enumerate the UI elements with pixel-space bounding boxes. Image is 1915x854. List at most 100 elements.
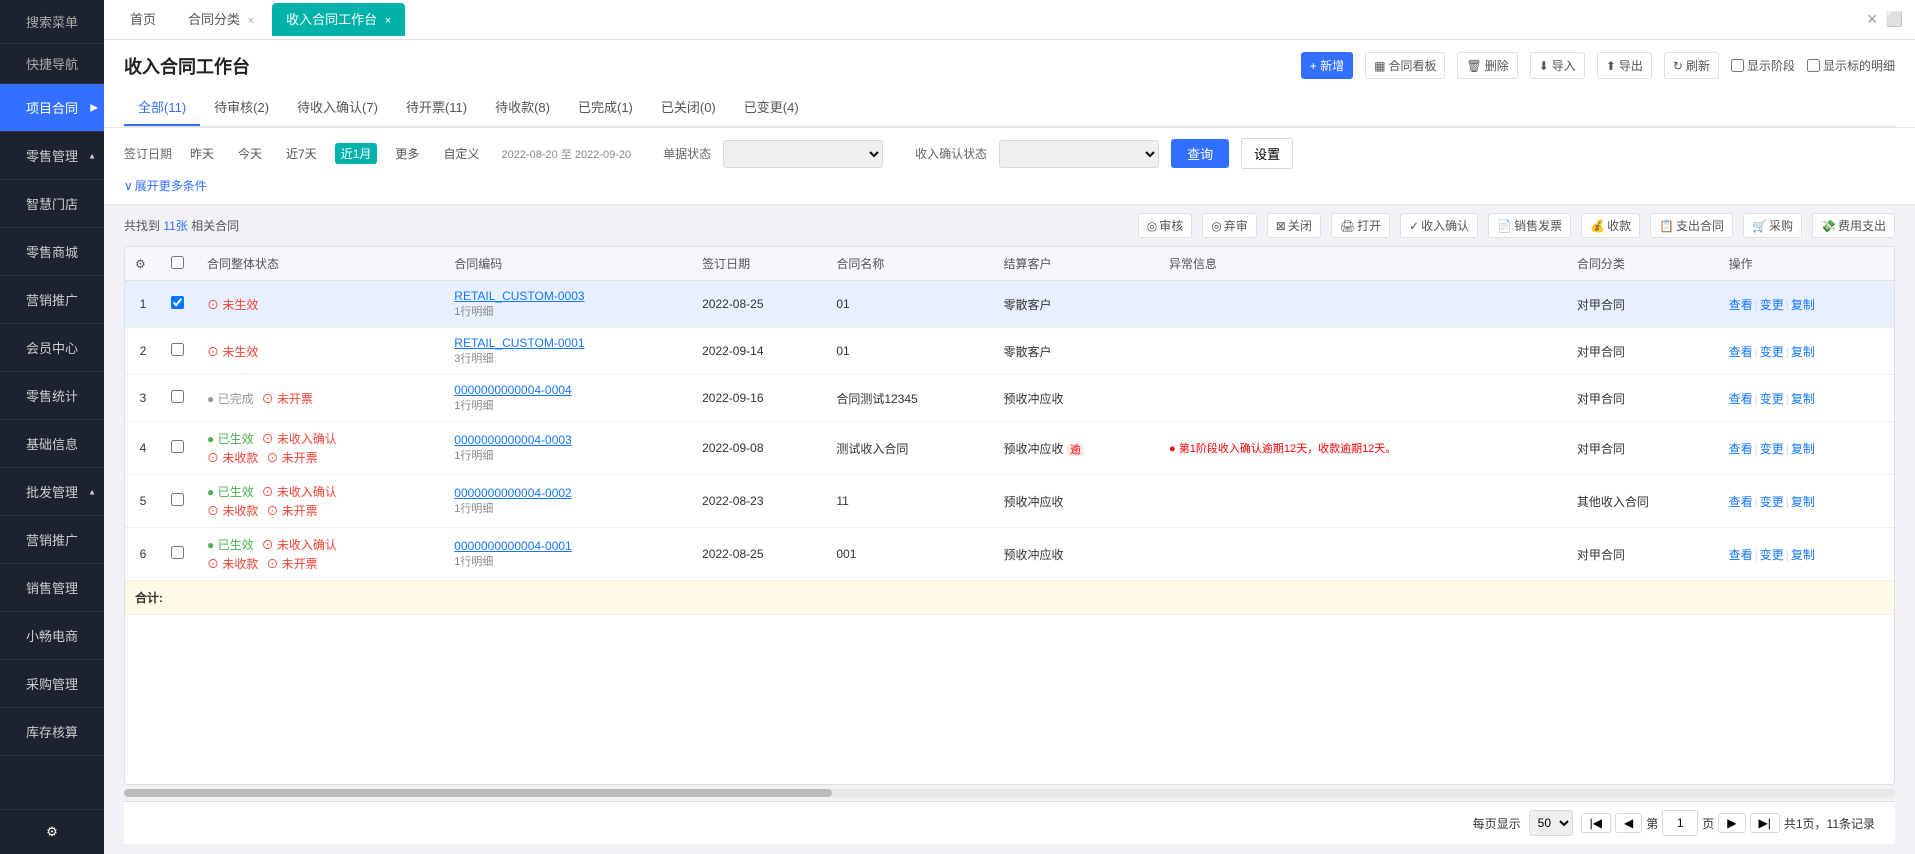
doc-status-select[interactable] [723, 140, 883, 168]
sidebar-item-stock-calc[interactable]: 库存核算 [0, 708, 104, 756]
window-maximize-icon[interactable]: ⬜ [1886, 11, 1903, 28]
tab-contract-cat[interactable]: 合同分类 × [174, 1, 268, 38]
contract-code-link[interactable]: RETAIL_CUSTOM-0001 [454, 336, 584, 350]
action-expense-contract[interactable]: 📋 支出合同 [1650, 213, 1733, 238]
op-复制[interactable]: 复制 [1791, 392, 1815, 406]
sidebar-item-smart-store[interactable]: 智慧门店 [0, 180, 104, 228]
import-button[interactable]: ⬇ 导入 [1530, 52, 1585, 79]
delete-button[interactable]: 🗑 删除 [1457, 52, 1517, 79]
sidebar-item-member[interactable]: 会员中心 [0, 324, 104, 372]
income-confirm-select[interactable] [999, 140, 1159, 168]
sidebar-item-retail-mgmt[interactable]: 零售管理 [0, 132, 104, 180]
row-checkbox-input[interactable] [171, 296, 184, 309]
row-code[interactable]: RETAIL_CUSTOM-00031行明细 [444, 281, 692, 328]
sidebar-item-sales-mgmt[interactable]: 销售管理 [0, 564, 104, 612]
row-checkbox[interactable] [161, 422, 197, 475]
op-变更[interactable]: 变更 [1760, 345, 1784, 359]
row-checkbox[interactable] [161, 475, 197, 528]
row-code[interactable]: 0000000000004-00041行明细 [444, 375, 692, 422]
select-all-checkbox[interactable] [171, 256, 184, 269]
status-tab-pending-invoice[interactable]: 待开票(11) [392, 89, 481, 126]
sidebar-item-wholesale-mgmt[interactable]: 批发管理 [0, 468, 104, 516]
date-btn-custom[interactable]: 自定义 [437, 143, 485, 164]
sidebar-settings[interactable]: ⚙ [0, 809, 104, 854]
new-button[interactable]: + 新增 [1301, 52, 1353, 79]
action-sales-invoice[interactable]: 📄 销售发票 [1488, 213, 1571, 238]
op-复制[interactable]: 复制 [1791, 345, 1815, 359]
status-tab-pending-review[interactable]: 待审核(2) [200, 89, 283, 126]
expand-filter-button[interactable]: ∨ 展开更多条件 [124, 177, 207, 194]
status-tab-closed[interactable]: 已关闭(0) [647, 89, 730, 126]
row-code[interactable]: 0000000000004-00011行明细 [444, 528, 692, 581]
op-查看[interactable]: 查看 [1729, 442, 1753, 456]
row-code[interactable]: RETAIL_CUSTOM-00013行明细 [444, 328, 692, 375]
status-tab-pending-receive[interactable]: 待收款(8) [481, 89, 564, 126]
refresh-button[interactable]: ↻ 刷新 [1664, 52, 1719, 79]
row-code[interactable]: 0000000000004-00021行明细 [444, 475, 692, 528]
window-close-icon[interactable]: × [1867, 9, 1878, 30]
contract-code-link[interactable]: 0000000000004-0001 [454, 539, 571, 553]
sidebar-item-project[interactable]: 项目合同 ▶ [0, 84, 104, 132]
row-checkbox-input[interactable] [171, 390, 184, 403]
row-checkbox-input[interactable] [171, 493, 184, 506]
filter-settings-button[interactable]: 设置 [1241, 138, 1293, 169]
sidebar-item-retail-mall[interactable]: 零售商城 [0, 228, 104, 276]
op-复制[interactable]: 复制 [1791, 548, 1815, 562]
contract-code-link[interactable]: 0000000000004-0003 [454, 433, 571, 447]
op-查看[interactable]: 查看 [1729, 392, 1753, 406]
op-变更[interactable]: 变更 [1760, 392, 1784, 406]
next-page-button[interactable]: ▶ [1718, 813, 1745, 833]
status-tab-pending-confirm[interactable]: 待收入确认(7) [283, 89, 392, 126]
tab-home[interactable]: 首页 [116, 1, 170, 38]
row-checkbox-input[interactable] [171, 440, 184, 453]
show-details-input[interactable] [1807, 59, 1820, 72]
op-复制[interactable]: 复制 [1791, 495, 1815, 509]
tab-close-contract-cat[interactable]: × [248, 15, 254, 27]
sidebar-item-retail-stat[interactable]: 零售统计 [0, 372, 104, 420]
date-btn-today[interactable]: 今天 [232, 143, 268, 164]
action-print[interactable]: 🖨 打开 [1331, 213, 1390, 238]
query-button[interactable]: 查询 [1171, 139, 1229, 168]
op-复制[interactable]: 复制 [1791, 442, 1815, 456]
op-复制[interactable]: 复制 [1791, 298, 1815, 312]
col-settings[interactable]: ⚙ [125, 247, 161, 281]
kanban-button[interactable]: ▦ 合同看板 [1365, 52, 1445, 79]
sidebar-item-xiaochangec[interactable]: 小畅电商 [0, 612, 104, 660]
per-page-select[interactable]: 50 [1529, 810, 1573, 836]
export-button[interactable]: ⬆ 导出 [1597, 52, 1652, 79]
date-btn-last7[interactable]: 近7天 [280, 143, 323, 164]
action-abandon[interactable]: ◎ 弃审 [1202, 213, 1257, 238]
action-review[interactable]: ◎ 审核 [1138, 213, 1193, 238]
op-变更[interactable]: 变更 [1760, 495, 1784, 509]
op-查看[interactable]: 查看 [1729, 298, 1753, 312]
date-btn-yesterday[interactable]: 昨天 [184, 143, 220, 164]
contract-code-link[interactable]: 0000000000004-0004 [454, 383, 571, 397]
sidebar-item-purchase-mgmt[interactable]: 采购管理 [0, 660, 104, 708]
col-checkbox[interactable] [161, 247, 197, 281]
date-btn-more[interactable]: 更多 [389, 143, 425, 164]
action-expense-out[interactable]: 💸 费用支出 [1812, 213, 1895, 238]
op-查看[interactable]: 查看 [1729, 345, 1753, 359]
op-查看[interactable]: 查看 [1729, 548, 1753, 562]
show-details-checkbox[interactable]: 显示标的明细 [1807, 57, 1895, 74]
row-checkbox[interactable] [161, 281, 197, 328]
first-page-button[interactable]: |◀ [1581, 813, 1611, 833]
op-变更[interactable]: 变更 [1760, 548, 1784, 562]
contract-code-link[interactable]: RETAIL_CUSTOM-0003 [454, 289, 584, 303]
tab-close-income-workbench[interactable]: × [385, 15, 391, 27]
last-page-button[interactable]: ▶| [1750, 813, 1780, 833]
sidebar-quick-nav[interactable]: 快捷导航 [0, 44, 104, 84]
sidebar-item-marketing2[interactable]: 营销推广 [0, 516, 104, 564]
action-income-confirm[interactable]: ✓ 收入确认 [1400, 213, 1478, 238]
status-tab-changed[interactable]: 已变更(4) [730, 89, 813, 126]
prev-page-button[interactable]: ◀ [1615, 813, 1642, 833]
row-checkbox-input[interactable] [171, 343, 184, 356]
sidebar-item-marketing[interactable]: 营销推广 [0, 276, 104, 324]
row-code[interactable]: 0000000000004-00031行明细 [444, 422, 692, 475]
status-tab-completed[interactable]: 已完成(1) [564, 89, 647, 126]
row-checkbox[interactable] [161, 375, 197, 422]
row-checkbox[interactable] [161, 328, 197, 375]
status-tab-all[interactable]: 全部(11) [124, 89, 200, 126]
action-receive[interactable]: 💰 收款 [1581, 213, 1640, 238]
action-purchase[interactable]: 🛒 采购 [1743, 213, 1802, 238]
